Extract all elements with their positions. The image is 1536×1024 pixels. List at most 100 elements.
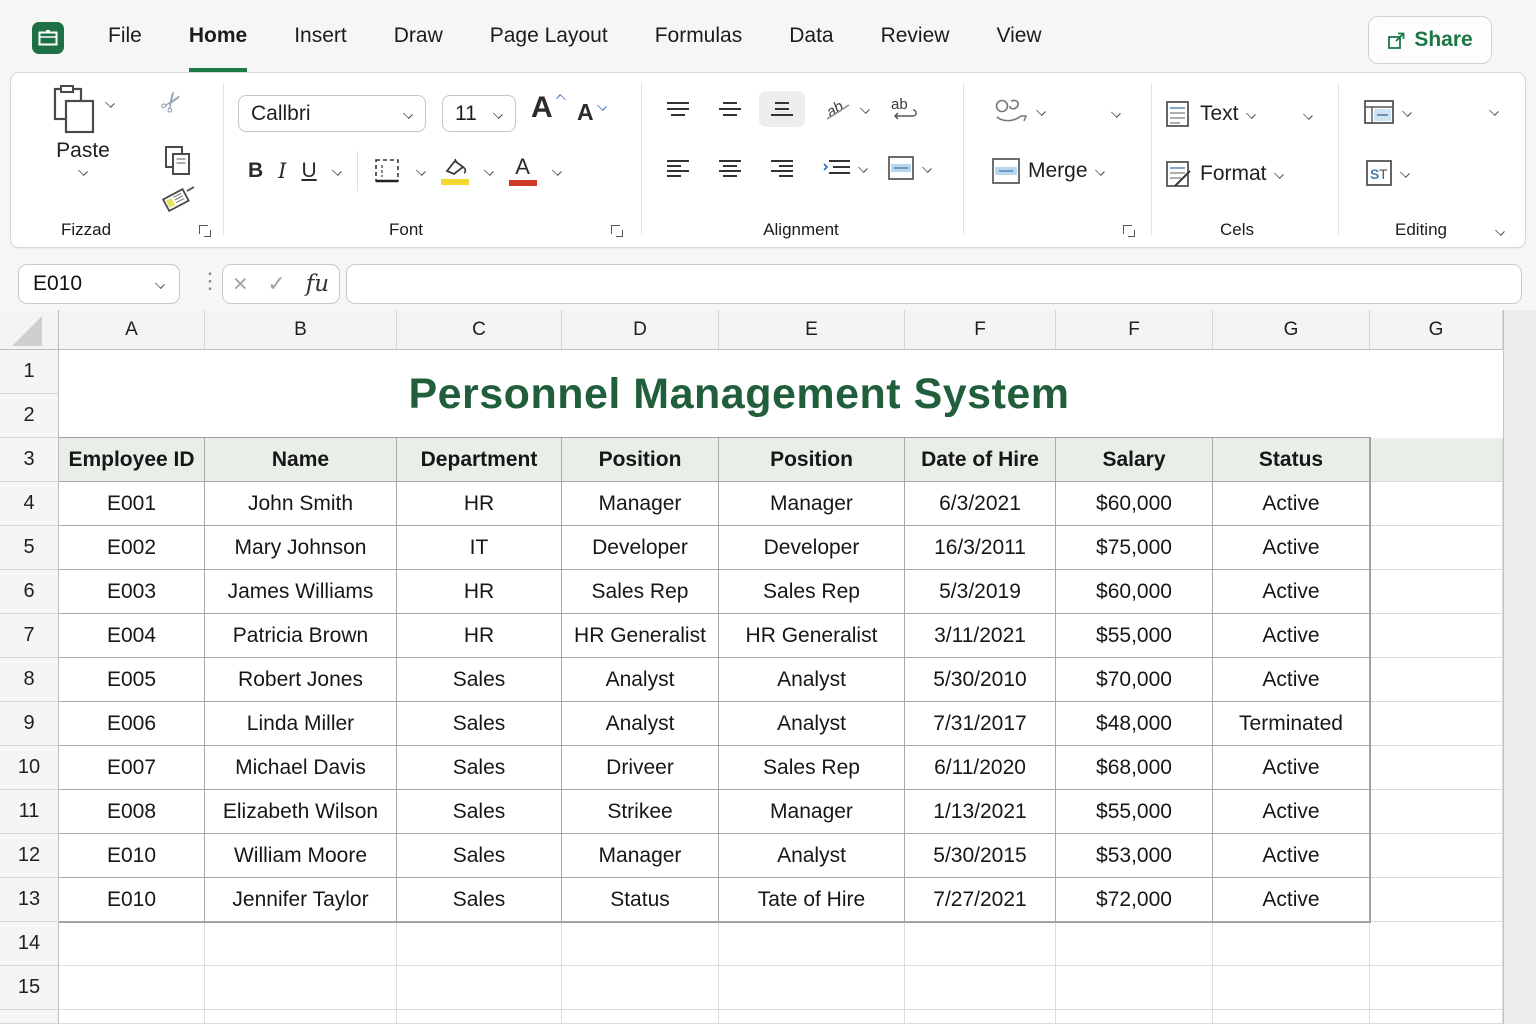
cell[interactable] <box>719 1010 905 1024</box>
cell[interactable]: E010 <box>59 878 205 922</box>
cell[interactable]: Position <box>562 438 719 482</box>
row-header[interactable]: 3 <box>0 438 59 482</box>
cell[interactable] <box>1370 746 1503 790</box>
cell[interactable]: Terminated <box>1213 702 1370 746</box>
cell[interactable]: Strikee <box>562 790 719 834</box>
align-middle-button[interactable] <box>707 91 753 127</box>
cell[interactable]: Active <box>1213 746 1370 790</box>
cell[interactable]: E003 <box>59 570 205 614</box>
cell[interactable]: Sales Rep <box>719 570 905 614</box>
cell[interactable]: Developer <box>719 526 905 570</box>
column-header[interactable]: F <box>905 310 1056 350</box>
row-header[interactable]: 15 <box>0 966 59 1010</box>
cell[interactable]: Mary Johnson <box>205 526 397 570</box>
cell[interactable] <box>397 922 562 966</box>
cell[interactable]: Manager <box>562 834 719 878</box>
cell[interactable] <box>1370 702 1503 746</box>
cell[interactable] <box>1370 790 1503 834</box>
cell[interactable] <box>205 1010 397 1024</box>
font-name-combo[interactable]: Callbri <box>238 95 426 132</box>
cell[interactable]: HR <box>397 570 562 614</box>
borders-button[interactable] <box>373 157 401 185</box>
cell[interactable]: Analyst <box>719 834 905 878</box>
cell[interactable]: Analyst <box>562 658 719 702</box>
row-header[interactable]: 8 <box>0 658 59 702</box>
cell[interactable] <box>397 1010 562 1024</box>
cell[interactable]: E005 <box>59 658 205 702</box>
cell[interactable]: 6/11/2020 <box>905 746 1056 790</box>
cell[interactable] <box>905 1010 1056 1024</box>
row-header[interactable]: 11 <box>0 790 59 834</box>
enter-icon[interactable]: ✓ <box>267 273 285 295</box>
cell[interactable] <box>1213 1010 1370 1024</box>
cell[interactable]: 3/11/2021 <box>905 614 1056 658</box>
cell[interactable] <box>205 922 397 966</box>
cell[interactable] <box>1213 966 1370 1010</box>
cell[interactable]: William Moore <box>205 834 397 878</box>
tab-view[interactable]: View <box>996 0 1041 72</box>
cell[interactable]: Date of Hire <box>905 438 1056 482</box>
cell[interactable]: Active <box>1213 658 1370 702</box>
cell[interactable]: Developer <box>562 526 719 570</box>
cell[interactable]: Active <box>1213 878 1370 922</box>
row-header[interactable]: 5 <box>0 526 59 570</box>
cell[interactable]: Sales <box>397 878 562 922</box>
cell[interactable]: 5/30/2010 <box>905 658 1056 702</box>
cell[interactable] <box>1370 438 1503 482</box>
paste-button[interactable]: Paste <box>35 85 131 175</box>
fill-color-button[interactable] <box>440 157 469 185</box>
cell[interactable] <box>905 966 1056 1010</box>
insert-function-button[interactable]: fu <box>306 271 329 297</box>
clipboard-dialog-launcher[interactable] <box>199 225 212 238</box>
cell[interactable]: Status <box>1213 438 1370 482</box>
row-header[interactable]: 13 <box>0 878 59 922</box>
format-button[interactable]: Format <box>1163 159 1284 189</box>
cell[interactable] <box>905 922 1056 966</box>
row-header[interactable]: 12 <box>0 834 59 878</box>
borders-chevron[interactable] <box>416 167 426 175</box>
cell[interactable]: $60,000 <box>1056 482 1213 526</box>
cell[interactable] <box>1370 1010 1503 1024</box>
cell[interactable]: Department <box>397 438 562 482</box>
column-header[interactable]: G <box>1370 310 1503 350</box>
select-all-corner[interactable] <box>0 310 59 350</box>
title-cell[interactable]: Personnel Management System <box>59 350 1419 438</box>
column-header[interactable]: B <box>205 310 397 350</box>
tab-draw[interactable]: Draw <box>394 0 443 72</box>
cell[interactable]: Michael Davis <box>205 746 397 790</box>
cell[interactable]: E010 <box>59 834 205 878</box>
cell[interactable] <box>719 922 905 966</box>
cell[interactable] <box>1370 570 1503 614</box>
cell[interactable]: Active <box>1213 526 1370 570</box>
tab-home[interactable]: Home <box>188 0 248 72</box>
cell[interactable]: HR <box>397 614 562 658</box>
cell[interactable]: 7/31/2017 <box>905 702 1056 746</box>
cell[interactable]: IT <box>397 526 562 570</box>
cell[interactable]: E004 <box>59 614 205 658</box>
insert-text-button[interactable]: Text <box>1163 99 1256 129</box>
cell[interactable]: Active <box>1213 834 1370 878</box>
app-logo-icon[interactable] <box>32 22 64 54</box>
cell[interactable]: E001 <box>59 482 205 526</box>
row-header[interactable]: 6 <box>0 570 59 614</box>
row-header[interactable]: 4 <box>0 482 59 526</box>
cell[interactable]: Robert Jones <box>205 658 397 702</box>
align-right-button[interactable] <box>759 149 805 187</box>
underline-chevron[interactable] <box>332 167 342 175</box>
row-header[interactable] <box>0 1010 59 1024</box>
cell[interactable] <box>1056 1010 1213 1024</box>
cell[interactable] <box>1213 922 1370 966</box>
italic-button[interactable]: I <box>278 159 286 183</box>
sort-filter-button[interactable]: S T <box>1365 159 1410 187</box>
cell[interactable]: Active <box>1213 482 1370 526</box>
formula-bar-handle-icon[interactable]: ⋮ <box>199 268 221 294</box>
cell[interactable]: Linda Miller <box>205 702 397 746</box>
cell[interactable]: Patricia Brown <box>205 614 397 658</box>
cell[interactable]: Active <box>1213 570 1370 614</box>
tab-file[interactable]: File <box>108 0 142 72</box>
cell[interactable]: Sales <box>397 746 562 790</box>
cell[interactable]: Name <box>205 438 397 482</box>
row-header[interactable]: 9 <box>0 702 59 746</box>
cell[interactable] <box>1056 966 1213 1010</box>
cell[interactable]: Manager <box>719 482 905 526</box>
